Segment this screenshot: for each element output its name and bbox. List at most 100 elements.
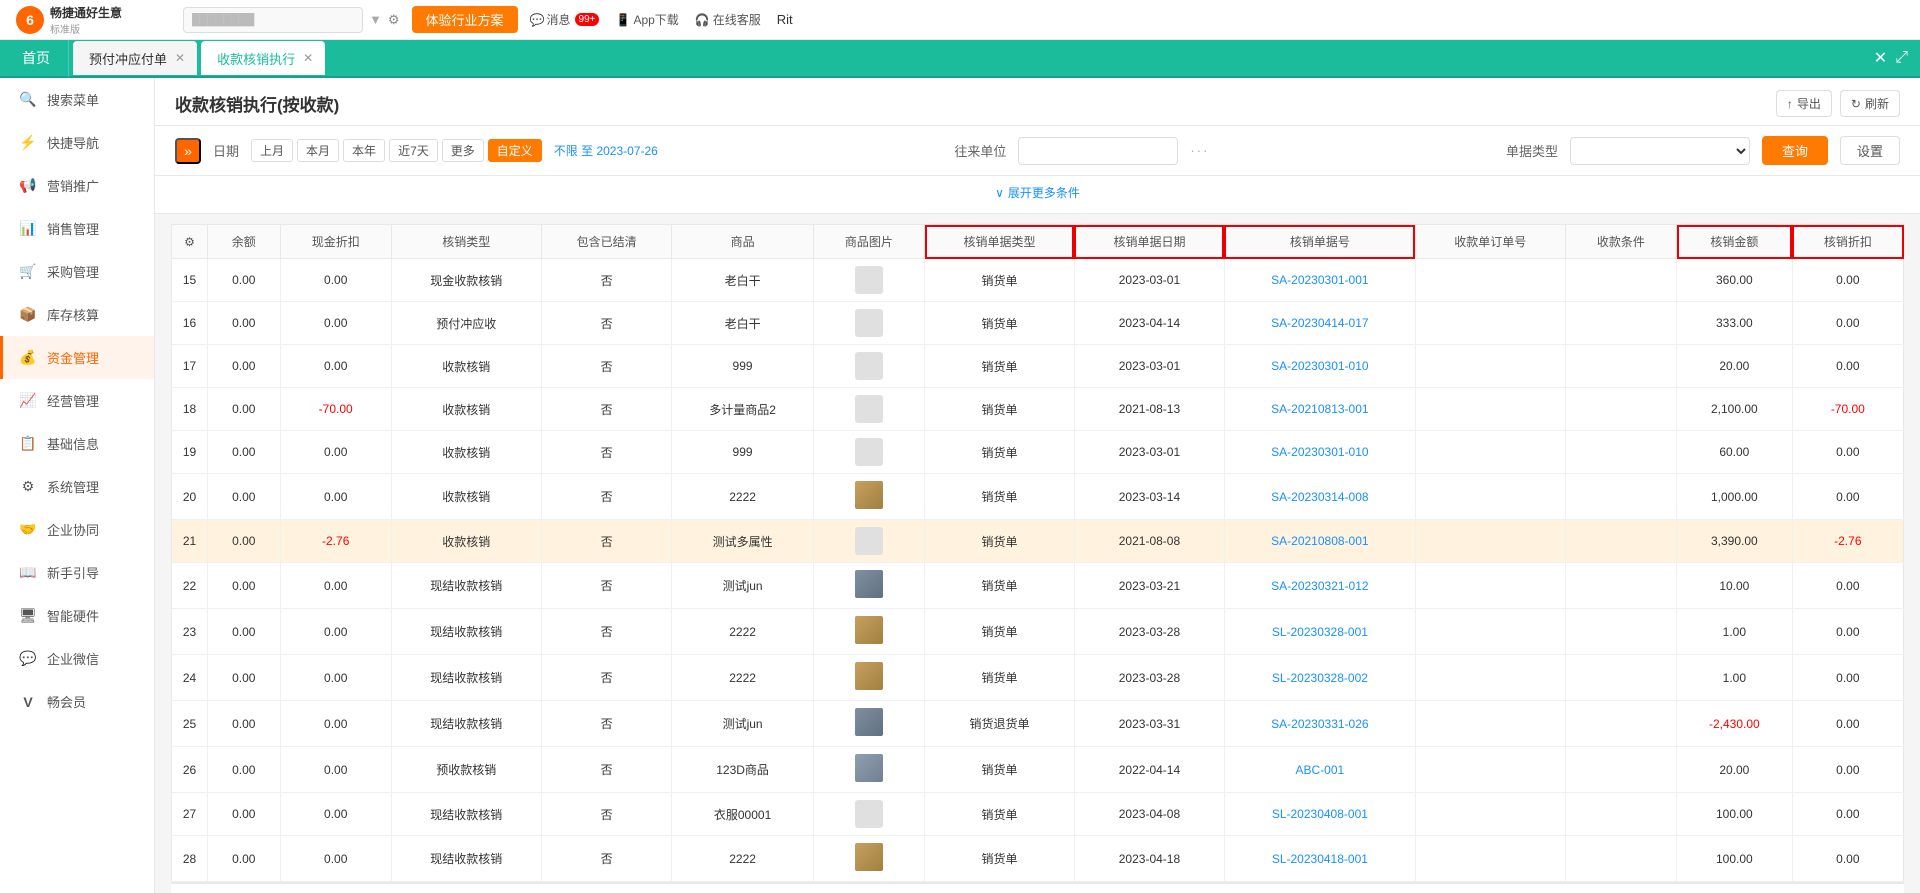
bill-no-link[interactable]: SA-20230301-010: [1271, 359, 1368, 373]
date-btn-7days[interactable]: 近7天: [389, 139, 438, 162]
refresh-button[interactable]: ↻ 刷新: [1840, 90, 1900, 117]
tab-prepay[interactable]: 预付冲应付单 ✕: [73, 41, 197, 75]
cell-cash-discount: 0.00: [280, 345, 391, 388]
sidebar-item-member[interactable]: V 畅会员: [0, 680, 154, 723]
table-footer: 40,556,66... 952.24: [171, 882, 1904, 893]
expand-more-button[interactable]: ∨ 展开更多条件: [983, 180, 1092, 205]
user-name: Rit: [777, 12, 793, 27]
date-btn-custom[interactable]: 自定义: [488, 139, 542, 162]
query-button[interactable]: 查询: [1762, 136, 1828, 165]
sidebar-item-purchase[interactable]: 🛒 采购管理: [0, 250, 154, 293]
date-btn-this-year[interactable]: 本年: [343, 139, 385, 162]
sidebar-item-sales[interactable]: 📊 销售管理: [0, 207, 154, 250]
message-icon[interactable]: 💬 消息 99+: [530, 11, 600, 28]
tab-home[interactable]: 首页: [4, 39, 69, 77]
col-cash-discount: 现金折扣: [280, 225, 391, 259]
table-row: 27 0.00 0.00 现结收款核销 否 衣服00001 销货单 2023-0…: [172, 793, 1904, 836]
col-setting[interactable]: ⚙: [172, 225, 208, 259]
search-icon: 🔍: [19, 91, 37, 109]
bill-no-link[interactable]: SL-20230418-001: [1272, 852, 1368, 866]
search-box[interactable]: ████████: [183, 7, 363, 33]
cell-writeoff-bill-no: SA-20230321-012: [1224, 563, 1415, 609]
search-area[interactable]: ████████ ▼ ⚙: [183, 7, 400, 33]
bill-no-link[interactable]: SA-20230314-008: [1271, 490, 1368, 504]
cell-writeoff-discount: 0.00: [1792, 563, 1903, 609]
filter-expand-button[interactable]: »: [175, 138, 201, 164]
dropdown-icon[interactable]: ▼: [369, 12, 382, 27]
more-conditions-bar: ∨ 展开更多条件: [155, 176, 1920, 214]
cell-writeoff-bill-type: 销货单: [925, 836, 1075, 882]
cell-product: 测试jun: [672, 701, 813, 747]
maximize-icon[interactable]: ⤢: [1895, 49, 1908, 67]
cell-included-settled: 否: [541, 793, 672, 836]
cell-writeoff-bill-type: 销货单: [925, 345, 1075, 388]
tab-bar-controls[interactable]: ✕ ⤢: [1874, 48, 1920, 68]
sidebar-item-system[interactable]: ⚙ 系统管理: [0, 465, 154, 508]
app-download-link[interactable]: 📱 App下载: [615, 11, 678, 28]
sidebar-item-operation[interactable]: 📈 经营管理: [0, 379, 154, 422]
bill-no-link[interactable]: ABC-001: [1296, 763, 1345, 777]
cell-cash-discount: 0.00: [280, 701, 391, 747]
cell-product: 多计量商品2: [672, 388, 813, 431]
cell-id: 15: [172, 259, 208, 302]
tab-close-prepay[interactable]: ✕: [175, 51, 185, 65]
from-unit-input[interactable]: [1018, 137, 1178, 165]
sidebar-item-search[interactable]: 🔍 搜索菜单: [0, 78, 154, 121]
cell-writeoff-bill-type: 销货单: [925, 609, 1075, 655]
cell-product-image: [813, 747, 924, 793]
bill-no-link[interactable]: SA-20230301-001: [1271, 273, 1368, 287]
sidebar-item-collab[interactable]: 🤝 企业协同: [0, 508, 154, 551]
cell-product: 衣服00001: [672, 793, 813, 836]
bill-no-link[interactable]: SA-20230321-012: [1271, 579, 1368, 593]
from-unit-label: 往来单位: [954, 141, 1006, 160]
page-area: 收款核销执行(按收款) ↑ 导出 ↻ 刷新 » 日期 上月 本月 本年 近7天: [155, 78, 1920, 893]
cell-product-image: [813, 259, 924, 302]
date-btn-this-month[interactable]: 本月: [297, 139, 339, 162]
receipt-type-select[interactable]: [1570, 137, 1750, 165]
cell-product: 测试多属性: [672, 520, 813, 563]
table-header-row: ⚙ 余额 现金折扣 核销类型 包含已结清 商品 商品图片 核销单据类型 核销单据…: [172, 225, 1904, 259]
bill-no-link[interactable]: SA-20230301-010: [1271, 445, 1368, 459]
cell-writeoff-discount: 0.00: [1792, 609, 1903, 655]
cell-writeoff-bill-type: 销货单: [925, 747, 1075, 793]
cell-balance: 0.00: [208, 747, 281, 793]
cell-writeoff-bill-no: SA-20210813-001: [1224, 388, 1415, 431]
cell-included-settled: 否: [541, 609, 672, 655]
sidebar-item-inventory[interactable]: 📦 库存核算: [0, 293, 154, 336]
bill-no-link[interactable]: SA-20230414-017: [1271, 316, 1368, 330]
sidebar-item-finance[interactable]: 💰 资金管理: [0, 336, 154, 379]
tab-writeoff[interactable]: 收款核销执行 ✕: [201, 41, 325, 75]
cell-balance: 0.00: [208, 609, 281, 655]
sidebar-item-basic[interactable]: 📋 基础信息: [0, 422, 154, 465]
setting-button[interactable]: 设置: [1840, 136, 1900, 165]
gear-icon[interactable]: ⚙: [388, 12, 400, 28]
table-row: 17 0.00 0.00 收款核销 否 999 销货单 2023-03-01 S…: [172, 345, 1904, 388]
cell-receipt-condition: [1565, 388, 1676, 431]
bill-no-link[interactable]: SL-20230328-001: [1272, 625, 1368, 639]
bill-no-link[interactable]: SA-20210808-001: [1271, 534, 1368, 548]
sidebar-item-hardware[interactable]: 🖥 智能硬件: [0, 594, 154, 637]
bill-no-link[interactable]: SL-20230408-001: [1272, 807, 1368, 821]
bill-no-link[interactable]: SL-20230328-002: [1272, 671, 1368, 685]
cell-product-image: [813, 474, 924, 520]
sidebar-item-marketing[interactable]: 📢 营销推广: [0, 164, 154, 207]
tab-close-writeoff[interactable]: ✕: [303, 51, 313, 65]
sidebar-item-quicknav[interactable]: ⚡ 快捷导航: [0, 121, 154, 164]
online-service-link[interactable]: 🎧 在线客服: [695, 11, 761, 28]
date-btn-last-month[interactable]: 上月: [251, 139, 293, 162]
solution-button[interactable]: 体验行业方案: [412, 6, 518, 33]
bill-no-link[interactable]: SA-20210813-001: [1271, 402, 1368, 416]
sidebar-item-guide[interactable]: 📖 新手引导: [0, 551, 154, 594]
cell-receipt-order-no: [1415, 259, 1565, 302]
sidebar-item-wechat[interactable]: 💬 企业微信: [0, 637, 154, 680]
export-button[interactable]: ↑ 导出: [1776, 90, 1832, 117]
close-tab-icon[interactable]: ✕: [1874, 48, 1887, 68]
cell-writeoff-amount: 60.00: [1677, 431, 1793, 474]
bill-no-link[interactable]: SA-20230331-026: [1271, 717, 1368, 731]
cell-writeoff-type: 现结收款核销: [391, 655, 541, 701]
cell-cash-discount: -2.76: [280, 520, 391, 563]
cell-receipt-condition: [1565, 609, 1676, 655]
date-btn-more[interactable]: 更多: [442, 139, 484, 162]
cell-included-settled: 否: [541, 747, 672, 793]
cell-receipt-condition: [1565, 259, 1676, 302]
